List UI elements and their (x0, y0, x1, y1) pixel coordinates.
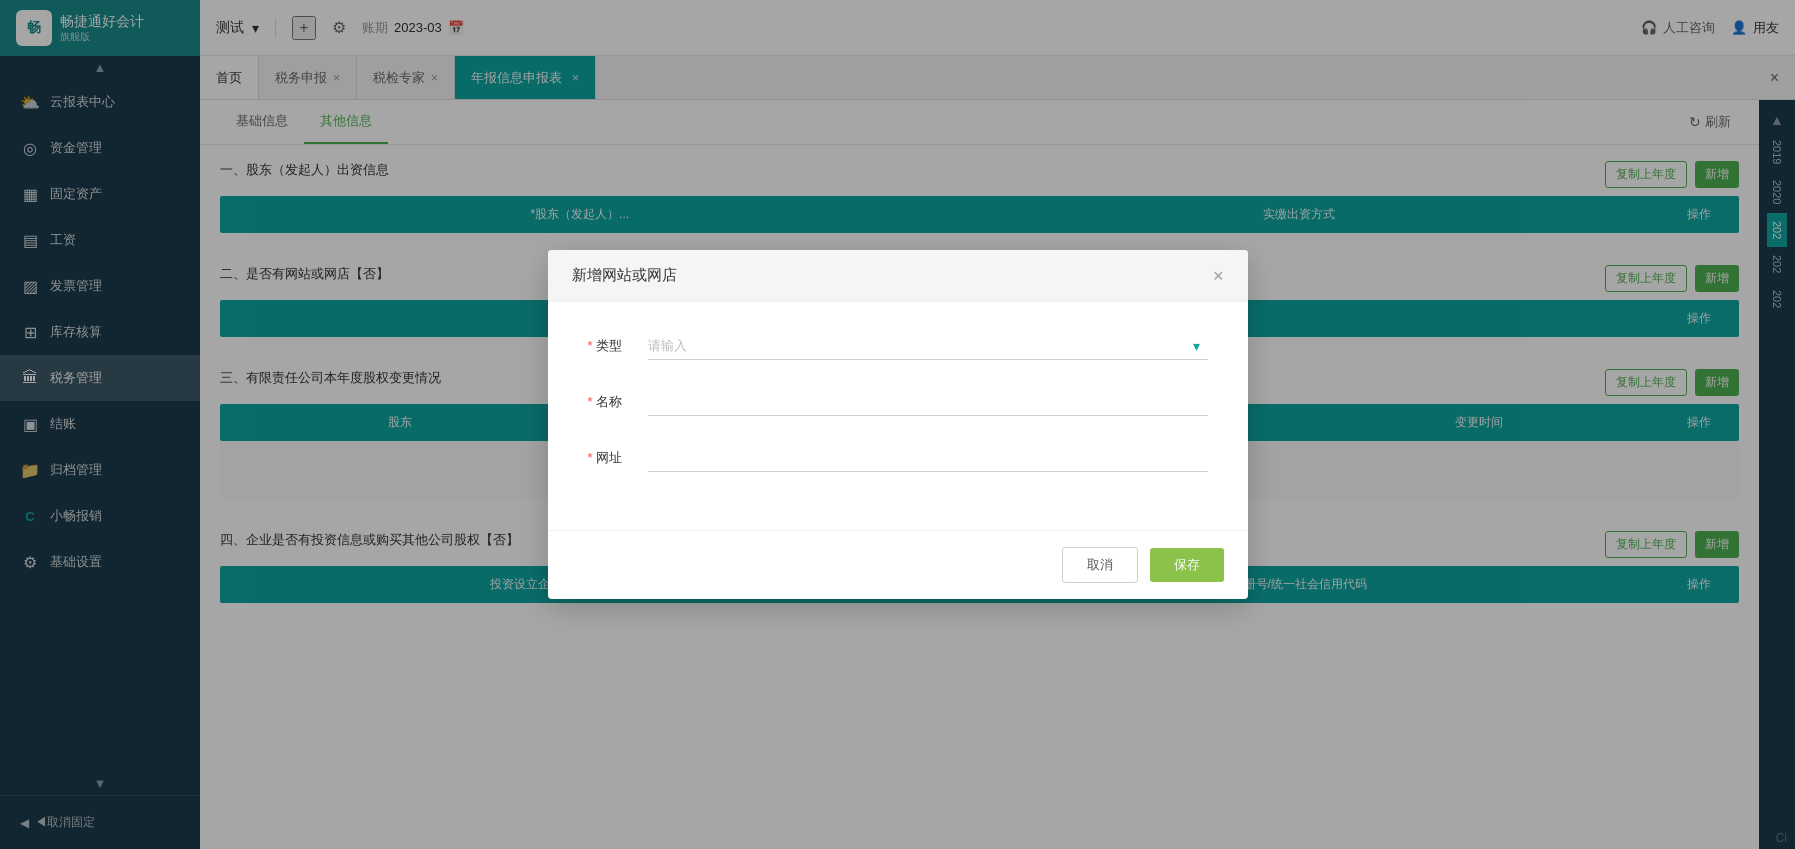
form-label-name: * 名称 (588, 393, 648, 411)
main-area: 测试 ▾ + ⚙ 账期 2023-03 📅 🎧 人工咨询 👤 用友 (200, 0, 1795, 849)
form-label-type: * 类型 (588, 337, 648, 355)
form-url-wrap (648, 444, 1208, 472)
modal-add-website: 新增网站或网店 × * 类型 ▾ (548, 250, 1248, 599)
required-asterisk-type: * (588, 338, 593, 353)
form-type-wrap: ▾ (648, 332, 1208, 360)
name-input[interactable] (648, 388, 1208, 416)
modal-title: 新增网站或网店 (572, 266, 677, 285)
form-item-url: * 网址 (588, 444, 1208, 472)
url-input[interactable] (648, 444, 1208, 472)
save-button[interactable]: 保存 (1150, 548, 1224, 582)
form-name-wrap (648, 388, 1208, 416)
modal-close-button[interactable]: × (1213, 267, 1224, 285)
modal-overlay: 新增网站或网店 × * 类型 ▾ (200, 0, 1795, 849)
type-input[interactable] (648, 332, 1208, 360)
required-asterisk-name: * (588, 394, 593, 409)
modal-body: * 类型 ▾ * 名称 (548, 302, 1248, 530)
cancel-button[interactable]: 取消 (1062, 547, 1138, 583)
form-item-name: * 名称 (588, 388, 1208, 416)
form-item-type: * 类型 ▾ (588, 332, 1208, 360)
modal-header: 新增网站或网店 × (548, 250, 1248, 302)
form-label-url: * 网址 (588, 449, 648, 467)
modal-footer: 取消 保存 (548, 530, 1248, 599)
required-asterisk-url: * (588, 450, 593, 465)
